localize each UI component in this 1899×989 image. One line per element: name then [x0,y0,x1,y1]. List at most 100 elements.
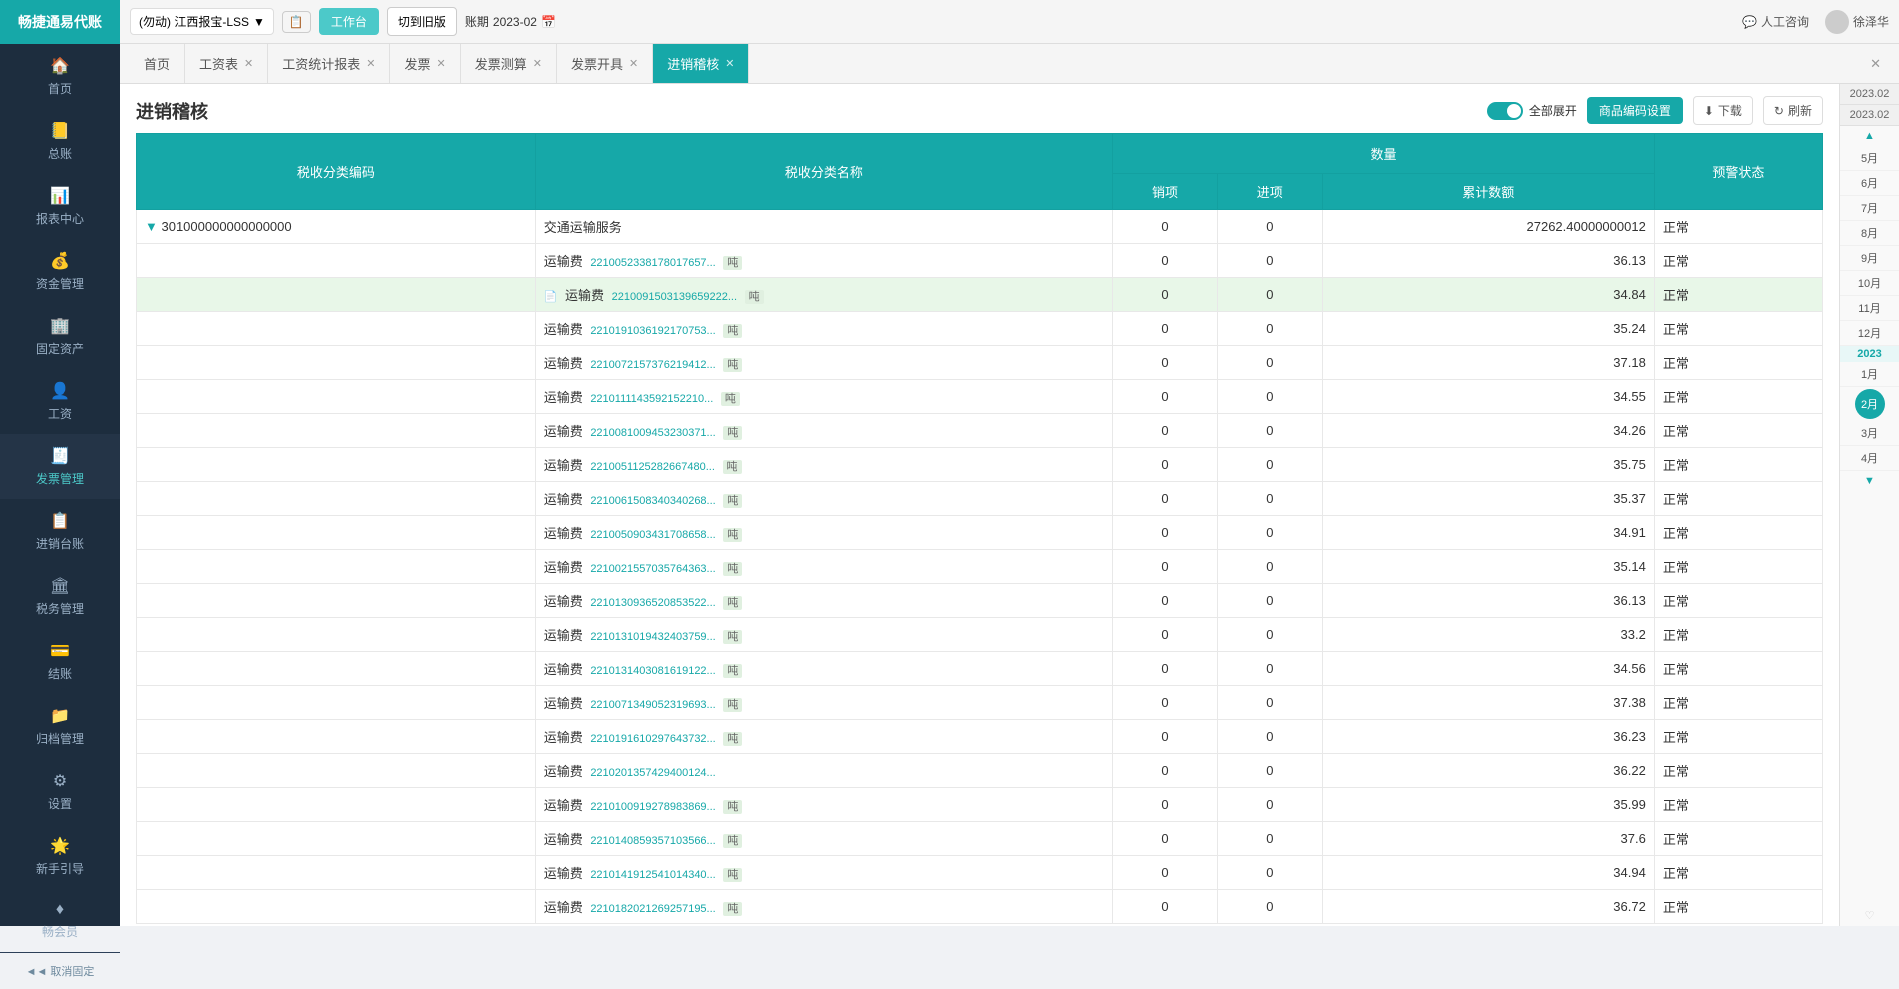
home-icon: 🏠 [50,56,70,76]
table-cell-cumulative: 36.13 [1322,584,1654,618]
table-cell-name: 运输费 2210052338178017657... 吨 [535,244,1112,278]
user-name: 徐泽华 [1853,13,1889,30]
calendar-month-10[interactable]: 10月 [1840,271,1899,296]
heart-icon: ♡ [1840,905,1899,926]
tab-salary-close-icon[interactable]: ✕ [244,57,253,70]
sidebar-item-tax[interactable]: 🏛 税务管理 [0,564,120,629]
sidebar-item-assets[interactable]: 🏢 固定资产 [0,304,120,369]
table-cell-cumulative: 35.14 [1322,550,1654,584]
period-info: 账期 2023-02 📅 [465,13,556,30]
content-area: 进销稽核 全部展开 商品编码设置 ⬇ 下载 ↻ 刷新 [120,84,1899,926]
tab-invoice-open-close-icon[interactable]: ✕ [629,57,638,70]
table-cell-status: 正常 [1654,618,1822,652]
unpin-button[interactable]: ◄◄ 取消固定 [0,952,120,989]
user-menu[interactable]: 徐泽华 [1825,10,1889,34]
support-icon: 💬 [1742,15,1757,29]
table-cell-name: 运输费 2210131403081619122... 吨 [535,652,1112,686]
sidebar-item-archive[interactable]: 📁 归档管理 [0,694,120,759]
table-cell-name: 运输费 2210111143592152210... 吨 [535,380,1112,414]
tab-reconcile-close-icon[interactable]: ✕ [725,57,734,70]
support-button[interactable]: 💬 人工咨询 [1742,13,1809,30]
table-cell-sales: 0 [1113,210,1218,244]
table-cell-cumulative: 37.6 [1322,822,1654,856]
calendar-up-arrow[interactable]: ▲ [1840,126,1899,146]
tab-invoice[interactable]: 发票 ✕ [390,44,460,84]
calendar-month-2-active[interactable]: 2月 [1855,389,1885,419]
expand-icon[interactable]: ▼ [145,219,161,234]
close-all-button[interactable]: ✕ [1862,56,1889,72]
calendar-month-11[interactable]: 11月 [1840,296,1899,321]
table-cell-cumulative: 34.84 [1322,278,1654,312]
tab-reconcile[interactable]: 进销稽核 ✕ [653,44,749,84]
tab-invoice-open[interactable]: 发票开具 ✕ [557,44,653,84]
sidebar-item-settlement[interactable]: 💳 结账 [0,629,120,694]
calendar-month-7[interactable]: 7月 [1840,196,1899,221]
calendar-month-9[interactable]: 9月 [1840,246,1899,271]
sidebar-item-salary[interactable]: 👤 工资 [0,369,120,434]
table-cell-status: 正常 [1654,652,1822,686]
calendar-down-arrow[interactable]: ▼ [1840,471,1899,491]
table-cell-code [137,856,536,890]
workbench-button[interactable]: 工作台 [319,8,379,35]
sales-ledger-icon: 📋 [50,511,70,531]
col-sales: 销项 [1113,174,1218,210]
calendar-month-12[interactable]: 12月 [1840,321,1899,346]
table-cell-name: 运输费 2210191036192170753... 吨 [535,312,1112,346]
toggle-switch[interactable] [1487,102,1523,120]
tab-salary-stats-label: 工资统计报表 [282,54,360,73]
tab-home[interactable]: 首页 [130,44,185,84]
tab-invoice-calc[interactable]: 发票测算 ✕ [461,44,557,84]
dropdown-icon: ▼ [253,15,265,29]
refresh-button[interactable]: ↻ 刷新 [1763,96,1823,125]
table-cell-code [137,448,536,482]
calendar-month-3[interactable]: 3月 [1840,421,1899,446]
unpin-label: ◄◄ 取消固定 [26,966,95,978]
table-cell-status: 正常 [1654,788,1822,822]
sidebar-item-home[interactable]: 🏠 首页 [0,44,120,109]
sidebar-item-invoice[interactable]: 🧾 发票管理 [0,434,120,499]
sidebar-item-ledger[interactable]: 📒 总账 [0,109,120,174]
copy-button[interactable]: 📋 [282,11,311,33]
capital-icon: 💰 [50,251,70,271]
switch-version-button[interactable]: 切到旧版 [387,7,457,36]
sidebar-item-capital[interactable]: 💰 资金管理 [0,239,120,304]
sidebar-item-member[interactable]: ♦ 畅会员 [0,889,120,952]
table-cell-name: 运输费 2210131019432403759... 吨 [535,618,1112,652]
sidebar-item-guide[interactable]: 🌟 新手引导 [0,824,120,889]
table-cell-cumulative: 36.13 [1322,244,1654,278]
sidebar-item-sales-ledger[interactable]: 📋 进销台账 [0,499,120,564]
table-cell-name: 运输费 2210072157376219412... 吨 [535,346,1112,380]
table-cell-cumulative: 34.56 [1322,652,1654,686]
tab-invoice-close-icon[interactable]: ✕ [437,57,446,70]
calendar-month-6[interactable]: 6月 [1840,171,1899,196]
calendar-icon[interactable]: 📅 [541,15,556,29]
calendar-month-8[interactable]: 8月 [1840,221,1899,246]
download-button[interactable]: ⬇ 下载 [1693,96,1753,125]
calendar-month-5[interactable]: 5月 [1840,146,1899,171]
table-cell-status: 正常 [1654,584,1822,618]
calendar-month-4[interactable]: 4月 [1840,446,1899,471]
table-cell-sales: 0 [1113,380,1218,414]
table-cell-purchase: 0 [1217,584,1322,618]
table-cell-name: 运输费 2210100919278983869... 吨 [535,788,1112,822]
table-cell-code [137,516,536,550]
settings-icon: ⚙ [53,771,67,791]
sidebar-item-settings[interactable]: ⚙ 设置 [0,759,120,824]
tab-invoice-calc-close-icon[interactable]: ✕ [533,57,542,70]
company-selector[interactable]: (勿动) 江西报宝-LSS ▼ [130,8,274,35]
tab-salary-table[interactable]: 工资表 ✕ [185,44,268,84]
tab-salary-stats[interactable]: 工资统计报表 ✕ [268,44,390,84]
table-cell-purchase: 0 [1217,244,1322,278]
table-cell-code [137,618,536,652]
table-cell-name: 运输费 2210140859357103566... 吨 [535,822,1112,856]
table-cell-cumulative: 35.99 [1322,788,1654,822]
calendar-year-2023: 2023 [1840,346,1899,362]
sidebar-item-reports[interactable]: 📊 报表中心 [0,174,120,239]
table-cell-status: 正常 [1654,448,1822,482]
toggle-expand[interactable]: 全部展开 [1487,102,1577,120]
calendar-month-1[interactable]: 1月 [1840,362,1899,387]
tab-salary-stats-close-icon[interactable]: ✕ [366,57,375,70]
download-icon: ⬇ [1704,104,1714,118]
product-code-button[interactable]: 商品编码设置 [1587,97,1683,124]
sidebar-label-tax: 税务管理 [36,600,84,617]
